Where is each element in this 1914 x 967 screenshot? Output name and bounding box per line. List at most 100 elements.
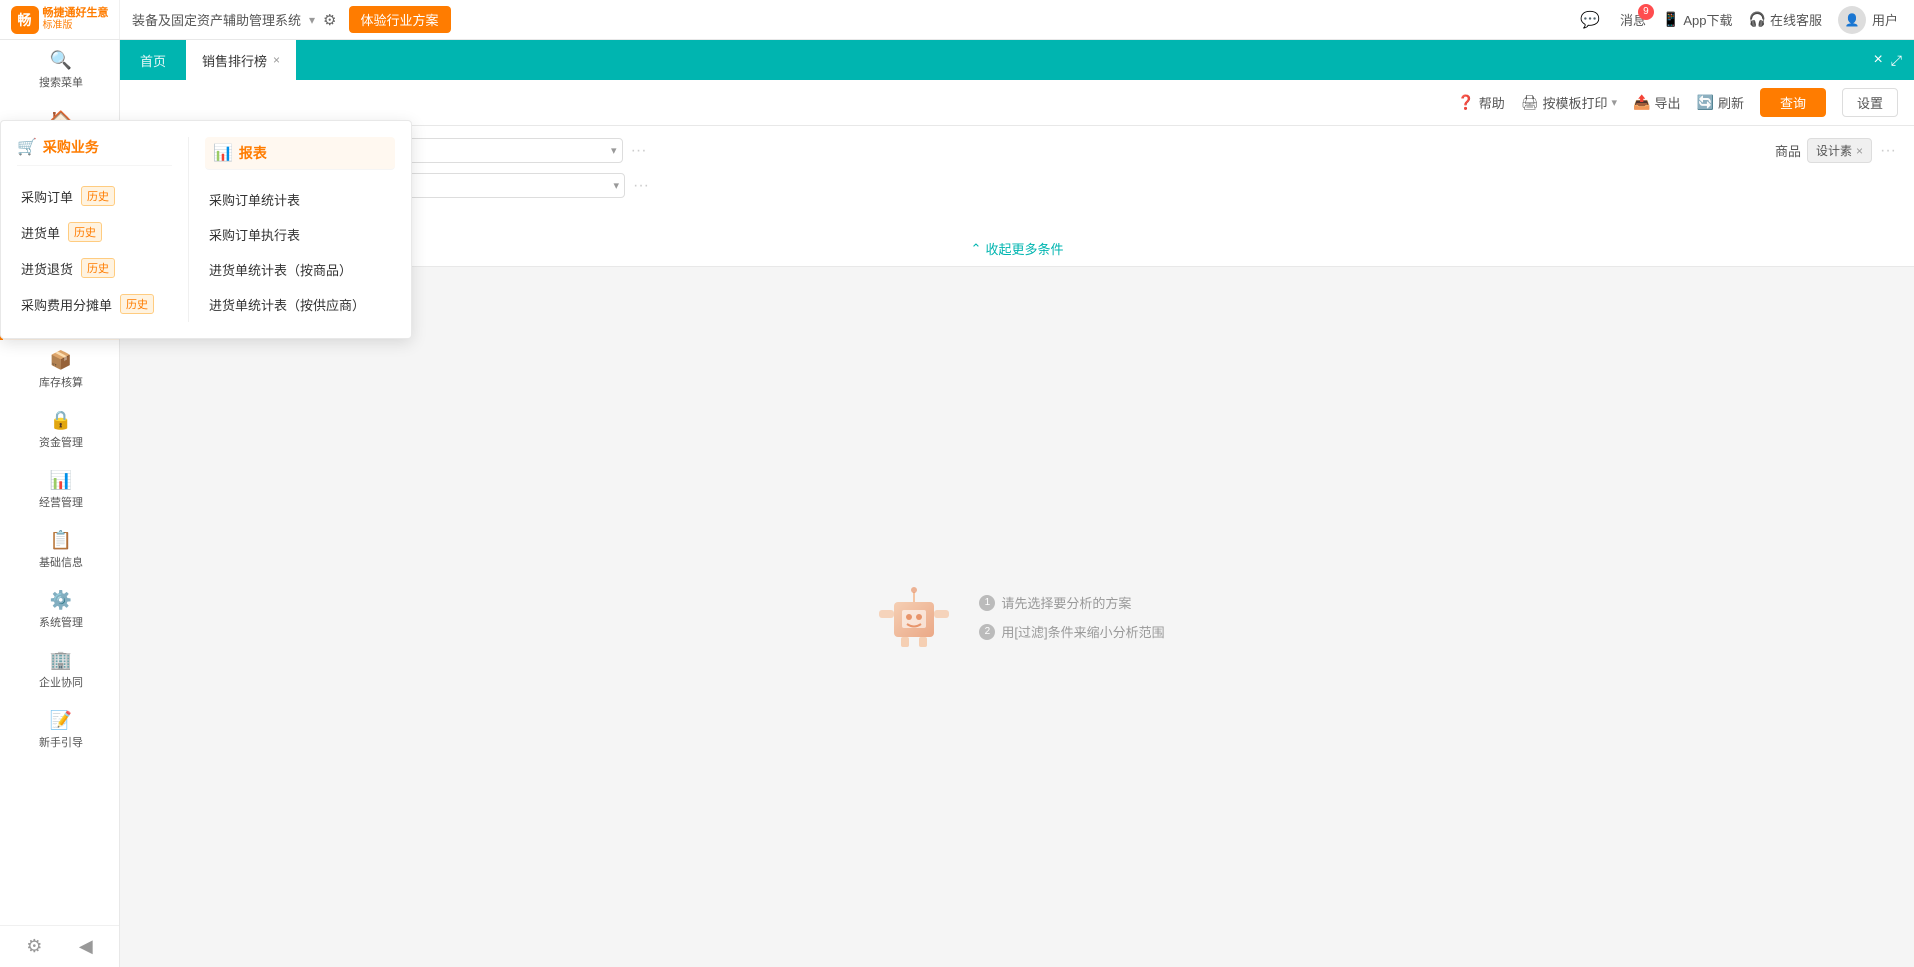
message-badge: 9 <box>1638 4 1654 20</box>
sidebar-item-finance[interactable]: 🔒 资金管理 <box>0 400 119 460</box>
tab-bar: 首页 销售排行榜 × × ⤢ <box>120 40 1914 80</box>
purchase-col: 🛒 采购业务 采购订单 历史 进货单 历史 进货退货 历史 采购费用分摊单 <box>17 137 172 322</box>
message-btn[interactable]: 💬 9 消息 <box>1580 10 1646 30</box>
sidebar-item-basic[interactable]: 📋 基础信息 <box>0 520 119 580</box>
report-item-4-label: 进货单统计表（按供应商） <box>209 295 365 314</box>
purchase-header-icon: 🛒 <box>17 137 37 157</box>
help-btn[interactable]: ❓ 帮助 <box>1457 93 1504 112</box>
report-item-3-label: 进货单统计表（按商品） <box>209 260 352 279</box>
salesperson-dots[interactable]: ··· <box>631 177 651 195</box>
refresh-btn[interactable]: 🔄 刷新 <box>1697 93 1744 112</box>
status-select-wrapper[interactable]: ▾ <box>403 138 623 163</box>
empty-illustration <box>869 572 959 662</box>
headset-icon: 🎧 <box>1749 11 1766 28</box>
refresh-icon: 🔄 <box>1697 94 1714 111</box>
purchase-item-3[interactable]: 进货退货 历史 <box>17 250 172 286</box>
sidebar-item-inventory[interactable]: 📦 库存核算 <box>0 340 119 400</box>
main-content: 1 请先选择要分析的方案 2 用[过滤]条件来缩小分析范围 <box>120 267 1914 967</box>
goods-dots[interactable]: ··· <box>1878 142 1898 160</box>
dropdown-arrow-icon[interactable]: ▾ <box>309 13 315 27</box>
logo-title: 畅捷通好生意 <box>43 7 109 20</box>
purchase-item-2-label: 进货单 <box>21 223 60 242</box>
basic-icon: 📋 <box>50 530 72 551</box>
settings-bottom-icon[interactable]: ⚙ <box>26 936 42 957</box>
message-icon: 💬 <box>1580 10 1600 30</box>
sidebar-item-search[interactable]: 🔍 搜索菜单 <box>0 40 119 100</box>
report-item-3[interactable]: 进货单统计表（按商品） <box>205 252 395 287</box>
sidebar-item-system[interactable]: ⚙️ 系统管理 <box>0 580 119 640</box>
salesperson-select[interactable] <box>405 173 625 198</box>
report-item-1-label: 采购订单统计表 <box>209 190 300 209</box>
finance-icon: 🔒 <box>50 410 72 431</box>
purchase-item-4[interactable]: 采购费用分摊单 历史 <box>17 286 172 322</box>
purchase-item-2[interactable]: 进货单 历史 <box>17 214 172 250</box>
print-template-btn[interactable]: 🖨 按模板打印 ▾ <box>1521 93 1617 112</box>
collapse-arrow-icon: ⌃ <box>971 241 982 257</box>
sidebar-item-guide[interactable]: 📝 新手引导 <box>0 700 119 760</box>
goods-tag: 设计素 × <box>1807 138 1872 163</box>
query-btn[interactable]: 查询 <box>1760 88 1826 117</box>
gear-settings-icon[interactable]: ⚙ <box>323 11 336 29</box>
sidebar-bottom: ⚙ ◀ <box>0 925 119 967</box>
salesperson-select-wrapper[interactable]: ▾ <box>405 173 625 198</box>
purchase-header-label: 采购业务 <box>43 137 99 157</box>
collapse-sidebar-icon[interactable]: ◀ <box>79 936 93 957</box>
status-filter: 单据状态 ▾ ··· <box>345 138 1755 163</box>
app-download-label: App下载 <box>1683 10 1732 29</box>
goods-tag-label: 设计素 <box>1816 142 1852 159</box>
dropdown-divider <box>188 137 189 322</box>
export-icon: 📤 <box>1633 94 1650 111</box>
settings-btn[interactable]: 设置 <box>1842 88 1898 117</box>
operations-icon: 📊 <box>50 470 72 491</box>
step-2-icon: 2 <box>979 624 995 640</box>
sidebar-label-finance: 资金管理 <box>39 434 83 450</box>
sidebar-label-basic: 基础信息 <box>39 554 83 570</box>
tab-close-icon[interactable]: × <box>273 53 280 67</box>
online-service-btn[interactable]: 🎧 在线客服 <box>1749 10 1822 29</box>
app-download-btn[interactable]: 📱 App下载 <box>1662 10 1733 29</box>
status-select[interactable] <box>403 138 623 163</box>
purchase-item-1[interactable]: 采购订单 历史 <box>17 178 172 214</box>
report-header-icon: 📊 <box>213 143 233 163</box>
report-item-4[interactable]: 进货单统计表（按供应商） <box>205 287 395 322</box>
user-area[interactable]: 👤 用户 <box>1838 6 1898 34</box>
purchase-item-4-label: 采购费用分摊单 <box>21 295 112 314</box>
sidebar-label-inventory: 库存核算 <box>39 374 83 390</box>
avatar: 👤 <box>1838 6 1866 34</box>
collapse-btn[interactable]: ⌃ 收起更多条件 <box>971 239 1064 258</box>
sidebar-label-operations: 经营管理 <box>39 494 83 510</box>
sidebar-label-guide: 新手引导 <box>39 734 83 750</box>
logo-area: 畅 畅捷通好生意 标准版 <box>0 0 120 39</box>
system-icon: ⚙️ <box>50 590 72 611</box>
history-badge-1: 历史 <box>81 186 115 206</box>
help-label: 帮助 <box>1479 93 1505 112</box>
goods-filter: 商品 设计素 × ··· <box>1775 138 1898 163</box>
collapse-label: 收起更多条件 <box>985 239 1063 258</box>
salesperson-filter: 业务员 ▾ ··· <box>360 173 1898 198</box>
empty-state: 1 请先选择要分析的方案 2 用[过滤]条件来缩小分析范围 <box>869 572 1164 662</box>
status-dots[interactable]: ··· <box>629 142 649 160</box>
phone-icon: 📱 <box>1662 11 1679 28</box>
tab-controls: × ⤢ <box>1873 51 1914 69</box>
help-icon: ❓ <box>1457 94 1474 111</box>
empty-hint-2-text: 用[过滤]条件来缩小分析范围 <box>1001 622 1164 641</box>
tab-sales-rank-label: 销售排行榜 <box>202 51 267 70</box>
industry-btn[interactable]: 体验行业方案 <box>349 6 451 33</box>
sidebar-item-enterprise[interactable]: 🏢 企业协同 <box>0 640 119 700</box>
sidebar-item-operations[interactable]: 📊 经营管理 <box>0 460 119 520</box>
tab-home[interactable]: 首页 <box>120 40 186 80</box>
tab-sales-rank[interactable]: 销售排行榜 × <box>186 40 296 80</box>
window-maximize-icon[interactable]: ⤢ <box>1891 52 1902 69</box>
user-label: 用户 <box>1872 10 1898 29</box>
sidebar-label-search: 搜索菜单 <box>39 74 83 90</box>
goods-tag-close[interactable]: × <box>1856 144 1863 158</box>
export-btn[interactable]: 📤 导出 <box>1633 93 1680 112</box>
empty-hint-1: 1 请先选择要分析的方案 <box>979 593 1164 612</box>
window-close-icon[interactable]: × <box>1873 51 1882 69</box>
dropdown-menu[interactable]: 🛒 采购业务 采购订单 历史 进货单 历史 进货退货 历史 采购费用分摊单 <box>0 120 412 339</box>
print-icon: 🖨 <box>1521 94 1539 111</box>
report-item-2[interactable]: 采购订单执行表 <box>205 217 395 252</box>
step-1-icon: 1 <box>979 595 995 611</box>
report-item-1[interactable]: 采购订单统计表 <box>205 182 395 217</box>
report-col: 📊 报表 采购订单统计表 采购订单执行表 进货单统计表（按商品） 进货单统计表（… <box>205 137 395 322</box>
